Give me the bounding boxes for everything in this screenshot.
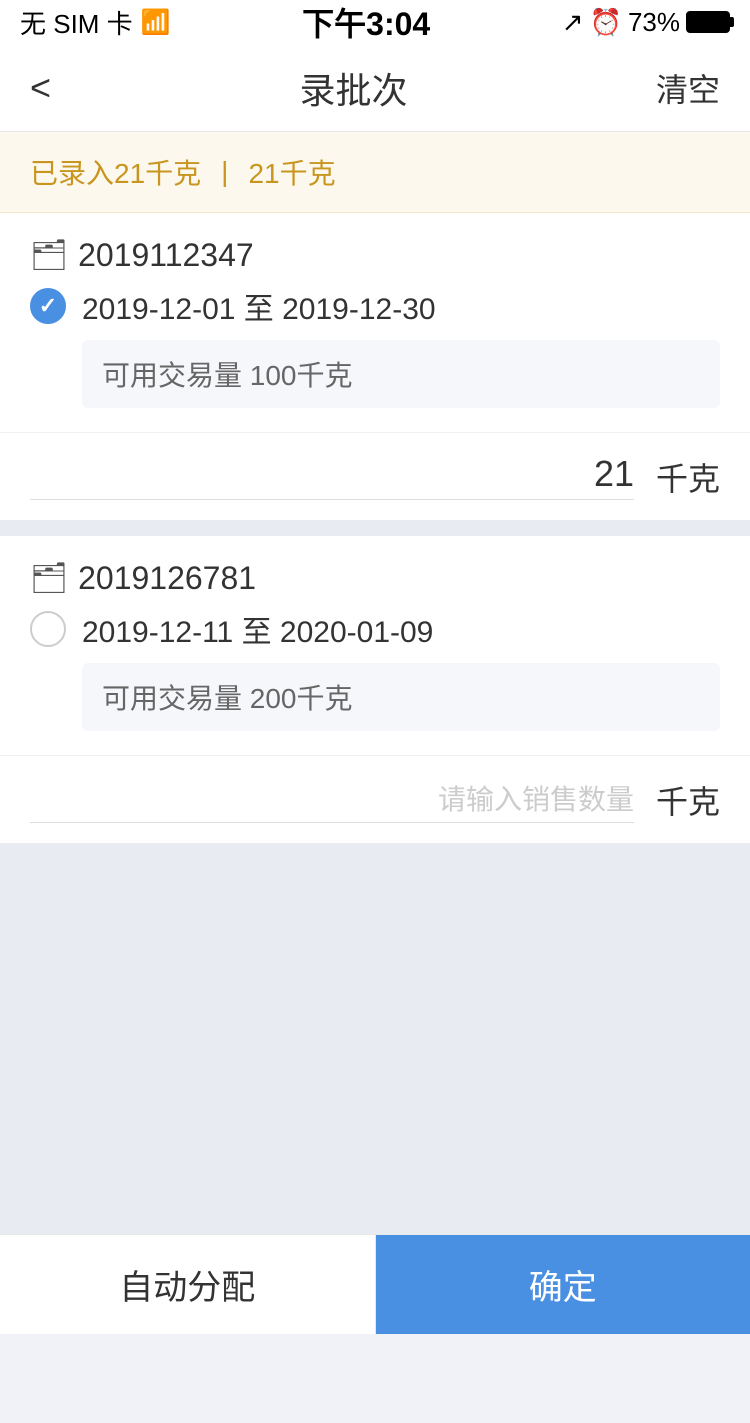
status-time: 下午3:04 (302, 0, 430, 45)
status-bar: 无 SIM 卡 📶 下午3:04 ↗ ⏰ 73% (0, 0, 750, 44)
summary-divider: | (221, 156, 228, 188)
confirm-button[interactable]: 确定 (376, 1235, 750, 1334)
batch2-id: 2019126781 (78, 560, 256, 597)
location-icon: ↗ (562, 7, 584, 38)
batch2-available: 可用交易量 200千克 (82, 663, 720, 731)
batch1-date: 2019-12-01 至 2019-12-30 (82, 284, 436, 328)
back-button[interactable]: < (30, 67, 51, 109)
status-right: ↗ ⏰ 73% (562, 7, 730, 38)
page-title: 录批次 (300, 62, 408, 114)
batch2-radio[interactable] (30, 611, 66, 647)
batch1-id-icon: 🗂 (30, 238, 68, 273)
batch1-unit: 千克 (656, 454, 720, 500)
batch1-date-row: 2019-12-01 至 2019-12-30 (30, 284, 720, 328)
batch2-qty-input[interactable] (334, 776, 634, 818)
alarm-icon: ⏰ (590, 7, 622, 38)
batch1-qty-row: 千克 (0, 432, 750, 520)
carrier-label: 无 SIM 卡 (20, 4, 133, 41)
batch1-qty-underline (30, 453, 634, 500)
batch-item-1: 🗂 2019112347 2019-12-01 至 2019-12-30 可用交… (0, 213, 750, 432)
summary-entered: 已录入21千克 (30, 152, 201, 192)
batch1-available: 可用交易量 100千克 (82, 340, 720, 408)
batch2-header: 🗂 2019126781 (30, 560, 720, 597)
batch2-qty-underline (30, 776, 634, 823)
footer: 自动分配 确定 (0, 1234, 750, 1334)
summary-amount: 21千克 (248, 152, 335, 192)
batch2-id-icon: 🗂 (30, 561, 68, 596)
summary-bar: 已录入21千克 | 21千克 (0, 132, 750, 213)
batch2-unit: 千克 (656, 777, 720, 823)
battery-percent: 73% (628, 7, 680, 38)
status-left: 无 SIM 卡 📶 (20, 4, 171, 41)
wifi-icon: 📶 (141, 8, 171, 37)
nav-bar: < 录批次 清空 (0, 44, 750, 132)
battery-icon (686, 11, 730, 33)
batch1-header: 🗂 2019112347 (30, 237, 720, 274)
batch2-date: 2019-12-11 至 2020-01-09 (82, 607, 433, 651)
clear-button[interactable]: 清空 (656, 65, 720, 111)
batch2-qty-row: 千克 (0, 755, 750, 843)
batch1-qty-input[interactable] (334, 453, 634, 495)
batch1-radio[interactable] (30, 288, 66, 324)
auto-distribute-button[interactable]: 自动分配 (0, 1235, 376, 1334)
batch-item-2: 🗂 2019126781 2019-12-11 至 2020-01-09 可用交… (0, 536, 750, 755)
batch1-id: 2019112347 (78, 237, 254, 274)
section-separator (0, 520, 750, 536)
batch2-date-row: 2019-12-11 至 2020-01-09 (30, 607, 720, 651)
